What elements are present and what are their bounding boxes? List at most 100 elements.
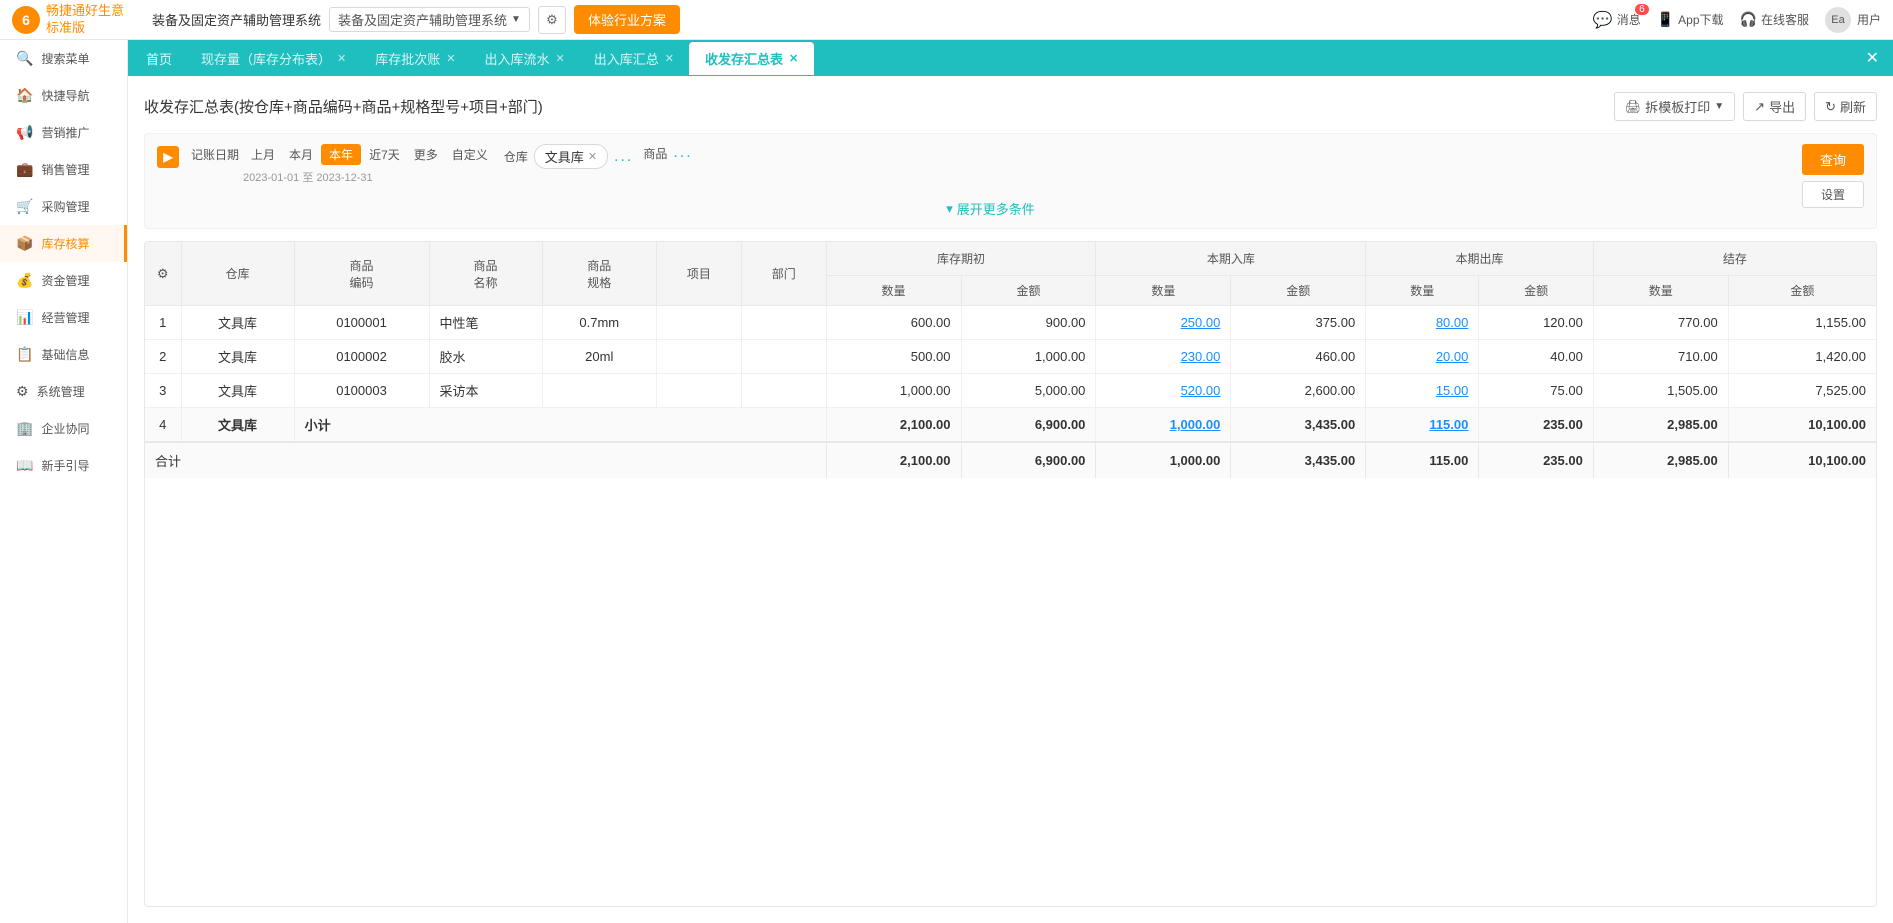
gear-button[interactable]: ⚙ (538, 6, 566, 34)
warehouse-dots[interactable]: ... (614, 148, 633, 166)
system-icon: ⚙ (16, 383, 29, 400)
th-settings[interactable]: ⚙ (145, 242, 181, 306)
sidebar-item-quick-nav[interactable]: 🏠 快捷导航 (0, 77, 127, 114)
date-label: 记账日期 (191, 146, 239, 163)
table-settings-icon[interactable]: ⚙ (157, 266, 169, 281)
sidebar-item-sales[interactable]: 💼 销售管理 (0, 151, 127, 188)
table-row: 1文具库0100001中性笔0.7mm600.00900.00250.00375… (145, 306, 1876, 340)
system-selector[interactable]: 装备及固定资产辅助管理系统 ▼ (329, 7, 530, 32)
date-filter-row: 记账日期 上月 本月 本年 近7天 更多 自定义 (191, 144, 494, 165)
tab-home[interactable]: 首页 (132, 42, 186, 75)
system-title: 装备及固定资产辅助管理系统 (152, 10, 321, 29)
refresh-button[interactable]: ↻ 刷新 (1814, 92, 1877, 121)
date-filter-field: 记账日期 上月 本月 本年 近7天 更多 自定义 2023-01-01 至 20… (191, 144, 494, 185)
sidebar-item-basic-info[interactable]: 📋 基础信息 (0, 336, 127, 373)
app-download-button[interactable]: 📱 App下载 (1657, 11, 1724, 28)
tab-bar-close[interactable]: ✕ (1856, 44, 1889, 72)
th-balance: 结存 (1593, 242, 1876, 276)
logo-icon: 6 (12, 6, 40, 34)
headset-icon: 🎧 (1740, 11, 1757, 28)
date-btn-custom[interactable]: 自定义 (446, 144, 494, 165)
footer-out-qty: 115.00 (1366, 442, 1479, 478)
purchase-icon: 🛒 (16, 198, 33, 215)
sidebar-item-purchase[interactable]: 🛒 采购管理 (0, 188, 127, 225)
date-btn-this-year[interactable]: 本年 (321, 144, 361, 165)
goods-label: 商品 (643, 145, 667, 162)
footer-total-label: 合计 (145, 442, 826, 478)
warehouse-label: 仓库 (504, 148, 528, 165)
footer-in-qty: 1,000.00 (1096, 442, 1231, 478)
online-service-label: 在线客服 (1761, 11, 1809, 28)
sidebar-item-finance[interactable]: 💰 资金管理 (0, 262, 127, 299)
basic-info-icon: 📋 (16, 346, 33, 363)
th-dept: 部门 (741, 242, 826, 306)
guide-icon: 📖 (16, 457, 33, 474)
filter-fields: 记账日期 上月 本月 本年 近7天 更多 自定义 2023-01-01 至 20… (191, 144, 1790, 218)
expand-more-button[interactable]: ▾ 展开更多条件 (946, 199, 1035, 218)
main-layout: 🔍 搜索菜单 🏠 快捷导航 📢 营销推广 💼 销售管理 🛒 采购管理 📦 库存核… (0, 40, 1893, 923)
page-actions: 🖨 拆模板打印 ▼ ↗ 导出 ↻ 刷新 (1614, 92, 1877, 121)
sidebar-item-search[interactable]: 🔍 搜索菜单 (0, 40, 127, 77)
sidebar-item-system[interactable]: ⚙ 系统管理 (0, 373, 127, 410)
export-button[interactable]: ↗ 导出 (1743, 92, 1806, 121)
query-actions: 查询 设置 (1802, 144, 1864, 208)
enterprise-icon: 🏢 (16, 420, 33, 437)
tab-in-out-summary[interactable]: 出入库汇总 ✕ (580, 42, 688, 75)
tab-close-collect-summary[interactable]: ✕ (789, 52, 798, 65)
warehouse-chip[interactable]: 文具库 ✕ (534, 144, 608, 169)
refresh-icon: ↻ (1825, 99, 1836, 115)
tab-close-in-out-flow[interactable]: ✕ (556, 52, 565, 65)
sales-icon: 💼 (16, 161, 33, 178)
user-button[interactable]: Ea 用户 (1825, 7, 1881, 33)
logo-text: 畅捷通好生意 标准版 (46, 3, 124, 37)
message-badge: 6 (1635, 4, 1649, 15)
experience-button[interactable]: 体验行业方案 (574, 5, 680, 34)
warehouse-filter-field: 仓库 文具库 ✕ ... (504, 144, 634, 169)
tab-close-stock-dist[interactable]: ✕ (337, 52, 346, 65)
tab-batch-ledger[interactable]: 库存批次账 ✕ (361, 42, 469, 75)
content-area: 首页 现存量（库存分布表） ✕ 库存批次账 ✕ 出入库流水 ✕ 出入库汇总 ✕ … (128, 40, 1893, 923)
chip-close-icon[interactable]: ✕ (588, 150, 597, 163)
date-btn-7days[interactable]: 近7天 (363, 144, 406, 165)
chevron-down-icon: ▼ (1714, 101, 1724, 112)
th-warehouse: 仓库 (181, 242, 294, 306)
goods-dots[interactable]: ... (673, 144, 692, 162)
finance-icon: 💰 (16, 272, 33, 289)
sidebar-item-enterprise[interactable]: 🏢 企业协同 (0, 410, 127, 447)
page-content: 收发存汇总表(按仓库+商品编码+商品+规格型号+项目+部门) 🖨 拆模板打印 ▼… (128, 76, 1893, 923)
footer-in-amt: 3,435.00 (1231, 442, 1366, 478)
date-btn-more[interactable]: 更多 (408, 144, 444, 165)
tab-stock-dist[interactable]: 现存量（库存分布表） ✕ (187, 42, 360, 75)
sidebar-item-guide[interactable]: 📖 新手引导 (0, 447, 127, 484)
date-btn-last-month[interactable]: 上月 (245, 144, 281, 165)
footer-opening-qty: 2,100.00 (826, 442, 961, 478)
inventory-icon: 📦 (16, 235, 33, 252)
logo-area: 6 畅捷通好生意 标准版 (12, 3, 142, 37)
sidebar-item-marketing[interactable]: 📢 营销推广 (0, 114, 127, 151)
th-in-amt: 金额 (1231, 276, 1366, 306)
tab-bar: 首页 现存量（库存分布表） ✕ 库存批次账 ✕ 出入库流水 ✕ 出入库汇总 ✕ … (128, 40, 1893, 76)
sidebar-item-operations[interactable]: 📊 经营管理 (0, 299, 127, 336)
online-service-button[interactable]: 🎧 在线客服 (1740, 11, 1809, 28)
messages-button[interactable]: 💬 6 消息 (1593, 10, 1641, 30)
expand-more-row: ▾ 展开更多条件 (191, 199, 1790, 218)
query-button[interactable]: 查询 (1802, 144, 1864, 175)
filter-toggle-button[interactable]: ▶ (157, 146, 179, 168)
setting-button[interactable]: 设置 (1802, 181, 1864, 208)
table-container: ⚙ 仓库 商品编码 商品名称 商品规格 项目 部门 库存期初 本期入库 本期出库… (144, 241, 1877, 907)
message-icon: 💬 (1593, 10, 1613, 30)
table-row: 3文具库0100003采访本1,000.005,000.00520.002,60… (145, 374, 1876, 408)
tab-collect-summary[interactable]: 收发存汇总表 ✕ (689, 42, 814, 75)
footer-opening-amt: 6,900.00 (961, 442, 1096, 478)
footer-balance-qty: 2,985.00 (1593, 442, 1728, 478)
tab-in-out-flow[interactable]: 出入库流水 ✕ (470, 42, 578, 75)
date-btn-this-month[interactable]: 本月 (283, 144, 319, 165)
print-button[interactable]: 🖨 拆模板打印 ▼ (1614, 92, 1735, 121)
tab-close-in-out-summary[interactable]: ✕ (665, 52, 674, 65)
marketing-icon: 📢 (16, 124, 33, 141)
sidebar-item-inventory[interactable]: 📦 库存核算 (0, 225, 127, 262)
tab-close-batch-ledger[interactable]: ✕ (446, 52, 455, 65)
th-opening-qty: 数量 (826, 276, 961, 306)
expand-icon: ▾ (946, 201, 953, 217)
goods-filter-field: 商品 ... (643, 144, 692, 162)
